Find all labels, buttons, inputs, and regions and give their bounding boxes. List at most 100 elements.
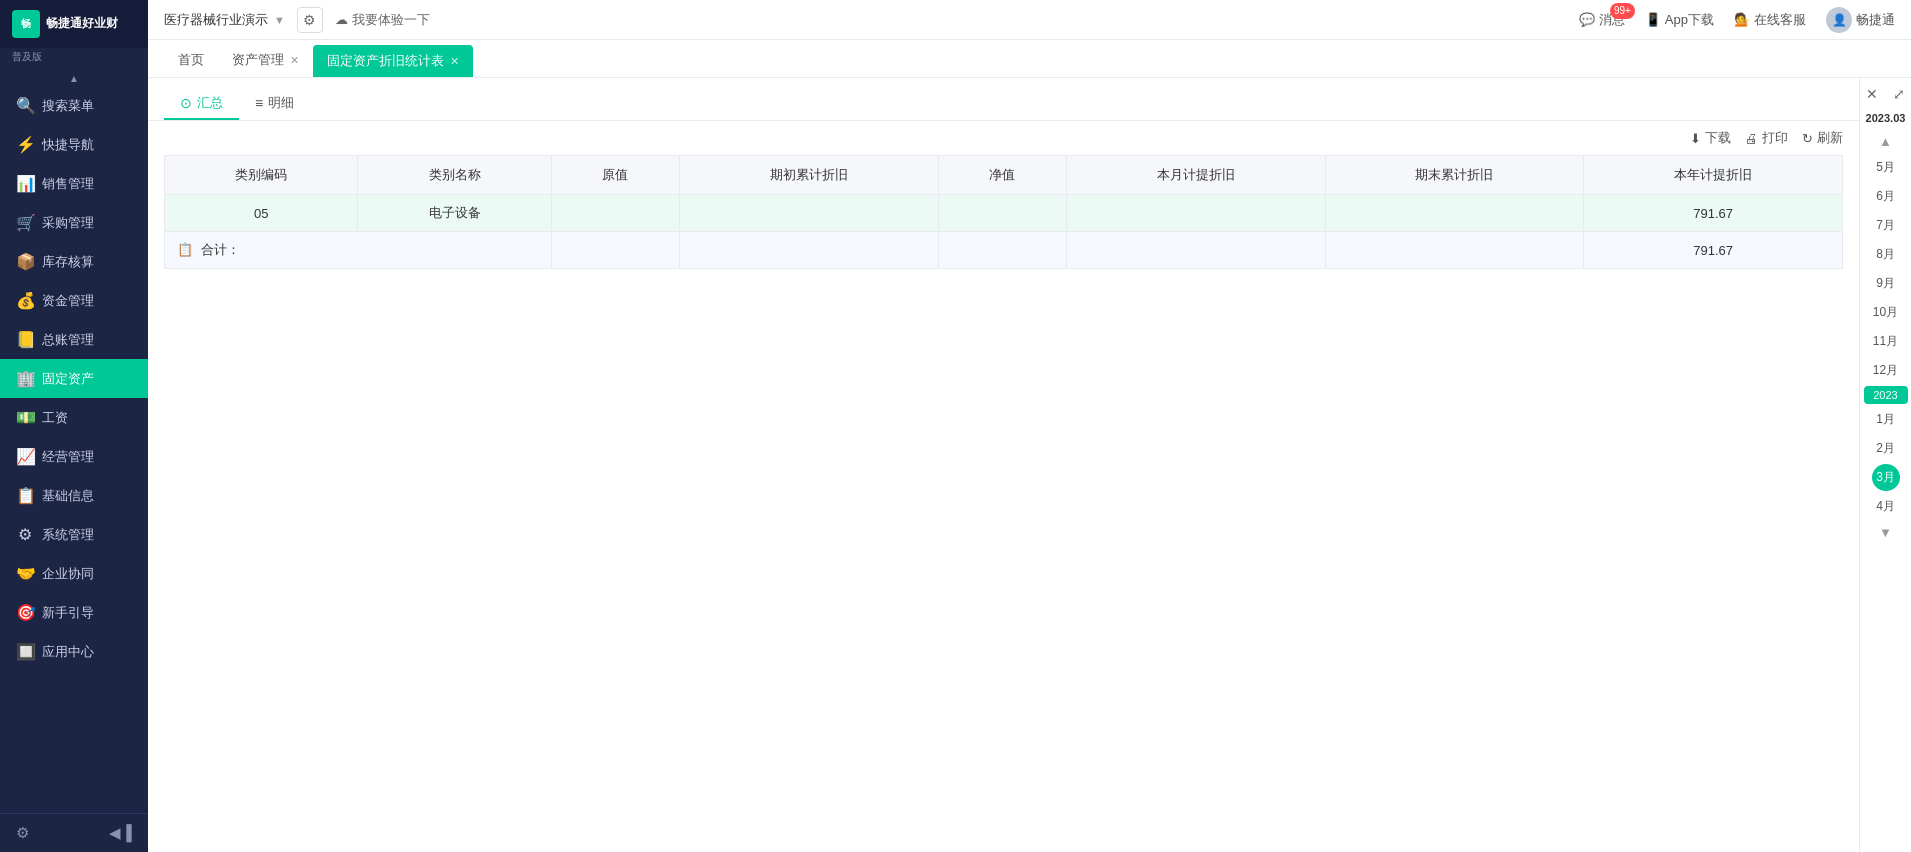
download-icon: ⬇	[1690, 131, 1701, 146]
sidebar-item-basicinfo[interactable]: 📋 基础信息	[0, 476, 148, 515]
row-annual-depr: 791.67	[1584, 195, 1843, 232]
total-initial-accum	[679, 232, 938, 269]
download-label: 下载	[1705, 129, 1731, 147]
summary-icon: ⊙	[180, 95, 192, 111]
col-initial-accum: 期初累计折旧	[679, 156, 938, 195]
sub-tabs: ⊙ 汇总 ≡ 明细	[148, 78, 1859, 121]
sidebar-item-finance[interactable]: 💰 资金管理	[0, 281, 148, 320]
date-item-6[interactable]: 6月	[1864, 183, 1908, 210]
company-selector[interactable]: 医疗器械行业演示 ▼	[164, 11, 285, 29]
date-item-10[interactable]: 10月	[1864, 299, 1908, 326]
edition-label: 普及版	[0, 48, 148, 70]
sidebar-item-label: 系统管理	[42, 526, 94, 544]
tab-assets-close[interactable]: ✕	[290, 54, 299, 67]
tab-home[interactable]: 首页	[164, 45, 218, 77]
sidebar-item-label: 新手引导	[42, 604, 94, 622]
date-header: 2023.03	[1864, 107, 1908, 129]
sidebar-item-sales[interactable]: 📊 销售管理	[0, 164, 148, 203]
date-item-apr[interactable]: 4月	[1864, 493, 1908, 520]
date-scroll-up[interactable]: ▲	[1875, 130, 1896, 153]
date-item-9[interactable]: 9月	[1864, 270, 1908, 297]
sidebar-item-label: 库存核算	[42, 253, 94, 271]
download-button[interactable]: ⬇ 下载	[1690, 129, 1731, 147]
guide-icon: 🎯	[16, 603, 34, 622]
table-total-row: 📋 合计： 791.67	[165, 232, 1843, 269]
sidebar-item-payroll[interactable]: 💵 工资	[0, 398, 148, 437]
sidebar-item-sysmanage[interactable]: ⚙ 系统管理	[0, 515, 148, 554]
table-header-row: 类别编码 类别名称 原值 期初累计折旧 净值 本月计提折旧 期末累计折旧 本年计…	[165, 156, 1843, 195]
operations-icon: 📈	[16, 447, 34, 466]
date-item-feb[interactable]: 2月	[1864, 435, 1908, 462]
sidebar-item-search[interactable]: 🔍 搜索菜单	[0, 86, 148, 125]
sidebar-item-label: 经营管理	[42, 448, 94, 466]
sidebar-item-appcenter[interactable]: 🔲 应用中心	[0, 632, 148, 671]
scroll-up-btn[interactable]: ▲	[0, 70, 148, 86]
col-original: 原值	[551, 156, 679, 195]
sidebar-item-label: 企业协同	[42, 565, 94, 583]
sidebar-item-ledger[interactable]: 📒 总账管理	[0, 320, 148, 359]
tab-depreciation-close[interactable]: ✕	[450, 55, 459, 68]
year-2023-label[interactable]: 2023	[1864, 386, 1908, 404]
message-icon: 💬	[1579, 12, 1595, 27]
col-ending-accum: 期末累计折旧	[1325, 156, 1584, 195]
sidebar-item-label: 销售管理	[42, 175, 94, 193]
row-monthly-depr	[1066, 195, 1325, 232]
print-button[interactable]: 🖨 打印	[1745, 129, 1788, 147]
sub-tab-detail[interactable]: ≡ 明细	[239, 88, 310, 120]
tab-depreciation[interactable]: 固定资产折旧统计表 ✕	[313, 45, 473, 77]
date-item-jan[interactable]: 1月	[1864, 406, 1908, 433]
sidebar-item-operations[interactable]: 📈 经营管理	[0, 437, 148, 476]
date-scroll-down[interactable]: ▼	[1875, 521, 1896, 544]
sidebar-item-quicknav[interactable]: ⚡ 快捷导航	[0, 125, 148, 164]
total-net	[938, 232, 1066, 269]
col-code: 类别编码	[165, 156, 358, 195]
sidebar-item-fixedassets[interactable]: 🏢 固定资产	[0, 359, 148, 398]
sidebar-item-purchase[interactable]: 🛒 采购管理	[0, 203, 148, 242]
date-item-8[interactable]: 8月	[1864, 241, 1908, 268]
date-panel-expand-btn[interactable]: ⤢	[1893, 86, 1905, 102]
avatar: 👤	[1826, 7, 1852, 33]
user-menu[interactable]: 👤 畅捷通	[1826, 7, 1895, 33]
payroll-icon: 💵	[16, 408, 34, 427]
tab-depreciation-label: 固定资产折旧统计表	[327, 52, 444, 70]
sidebar-item-cooperation[interactable]: 🤝 企业协同	[0, 554, 148, 593]
finance-icon: 💰	[16, 291, 34, 310]
topbar: 医疗器械行业演示 ▼ ⚙ ☁ 我要体验一下 💬 消息 99+ 📱 App下载 💁…	[148, 0, 1911, 40]
online-service-button[interactable]: 💁 在线客服	[1734, 11, 1806, 29]
sub-tab-detail-label: 明细	[268, 94, 294, 112]
cooperation-icon: 🤝	[16, 564, 34, 583]
col-name: 类别名称	[358, 156, 551, 195]
tab-assets[interactable]: 资产管理 ✕	[218, 45, 313, 77]
total-monthly-depr	[1066, 232, 1325, 269]
tabs-bar: 首页 资产管理 ✕ 固定资产折旧统计表 ✕	[148, 40, 1911, 78]
sidebar-logo: 畅 畅捷通好业财	[0, 0, 148, 48]
toolbar: ⬇ 下载 🖨 打印 ↻ 刷新	[148, 121, 1859, 155]
sidebar-item-inventory[interactable]: 📦 库存核算	[0, 242, 148, 281]
date-panel-close-btn[interactable]: ✕	[1866, 86, 1878, 102]
ledger-icon: 📒	[16, 330, 34, 349]
date-item-12[interactable]: 12月	[1864, 357, 1908, 384]
app-download-button[interactable]: 📱 App下载	[1645, 11, 1714, 29]
experience-button[interactable]: ☁ 我要体验一下	[335, 11, 430, 29]
sub-tab-summary[interactable]: ⊙ 汇总	[164, 88, 239, 120]
date-item-11[interactable]: 11月	[1864, 328, 1908, 355]
sub-tab-summary-label: 汇总	[197, 94, 223, 112]
refresh-button[interactable]: ↻ 刷新	[1802, 129, 1843, 147]
date-panel: ✕ ⤢ 2023.03 ▲ 5月 6月 7月 8月 9月 10月 11月 12月…	[1859, 78, 1911, 852]
sysmanage-icon: ⚙	[16, 525, 34, 544]
date-item-5[interactable]: 5月	[1864, 154, 1908, 181]
date-item-mar[interactable]: 3月	[1872, 464, 1900, 491]
date-item-7[interactable]: 7月	[1864, 212, 1908, 239]
service-icon: 💁	[1734, 12, 1750, 27]
date-panel-controls: ✕ ⤢	[1860, 82, 1911, 106]
table-container: 类别编码 类别名称 原值 期初累计折旧 净值 本月计提折旧 期末累计折旧 本年计…	[148, 155, 1859, 269]
sidebar-item-guide[interactable]: 🎯 新手引导	[0, 593, 148, 632]
total-label: 📋 合计：	[165, 232, 552, 269]
sidebar-nav: 🔍 搜索菜单 ⚡ 快捷导航 📊 销售管理 🛒 采购管理 📦 库存核算 💰 资金管…	[0, 86, 148, 813]
purchase-icon: 🛒	[16, 213, 34, 232]
message-button[interactable]: 💬 消息 99+	[1579, 11, 1625, 29]
sidebar-item-label: 总账管理	[42, 331, 94, 349]
collapse-icon[interactable]: ◀▐	[109, 824, 132, 842]
settings-icon[interactable]: ⚙	[16, 824, 29, 842]
settings-button[interactable]: ⚙	[297, 7, 323, 33]
